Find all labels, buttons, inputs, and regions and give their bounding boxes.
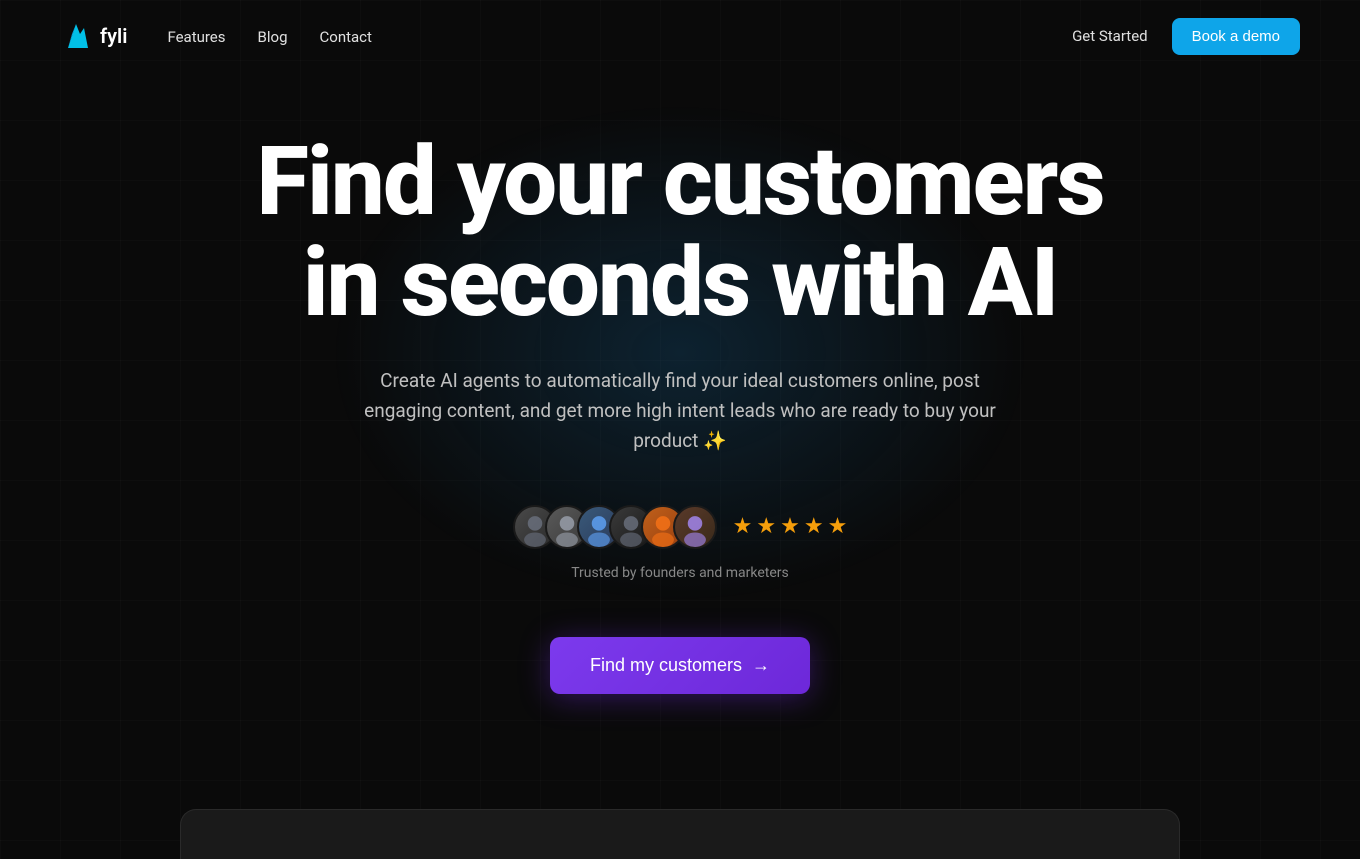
navbar: fyli Features Blog Contact Get Started B… [0, 0, 1360, 72]
hero-section: Find your customers in seconds with AI C… [0, 72, 1360, 734]
hero-title-line1: Find your customers [256, 126, 1103, 238]
cta-button[interactable]: Find my customers → [550, 637, 810, 694]
cta-arrow-icon: → [752, 655, 770, 676]
social-proof: ★ ★ ★ ★ ★ [513, 505, 848, 549]
avatar [673, 505, 717, 549]
hero-title: Find your customers in seconds with AI [256, 132, 1103, 334]
navbar-left: fyli Features Blog Contact [60, 20, 372, 52]
nav-item-features[interactable]: Features [167, 27, 225, 46]
bottom-card-preview [180, 809, 1180, 859]
navbar-right: Get Started Book a demo [1072, 18, 1300, 55]
get-started-link[interactable]: Get Started [1072, 27, 1148, 45]
nav-item-blog[interactable]: Blog [258, 27, 288, 46]
nav-features-link[interactable]: Features [167, 28, 225, 46]
avatar-stack [513, 505, 717, 549]
hero-subtitle: Create AI agents to automatically find y… [360, 366, 1000, 457]
logo-link[interactable]: fyli [60, 20, 127, 52]
star-3: ★ [780, 514, 800, 539]
nav-contact-link[interactable]: Contact [320, 28, 372, 46]
nav-item-contact[interactable]: Contact [320, 27, 372, 46]
hero-title-line2: in seconds with AI [303, 227, 1058, 339]
nav-links: Features Blog Contact [167, 27, 372, 46]
cta-label: Find my customers [590, 655, 742, 676]
nav-blog-link[interactable]: Blog [258, 28, 288, 46]
trusted-text: Trusted by founders and marketers [571, 565, 789, 581]
logo-text: fyli [100, 24, 127, 48]
star-rating: ★ ★ ★ ★ ★ [733, 514, 848, 539]
star-1: ★ [733, 514, 753, 539]
logo-icon [60, 20, 92, 52]
star-2: ★ [756, 514, 776, 539]
book-demo-button[interactable]: Book a demo [1172, 18, 1300, 55]
star-4: ★ [804, 514, 824, 539]
star-5: ★ [828, 514, 848, 539]
